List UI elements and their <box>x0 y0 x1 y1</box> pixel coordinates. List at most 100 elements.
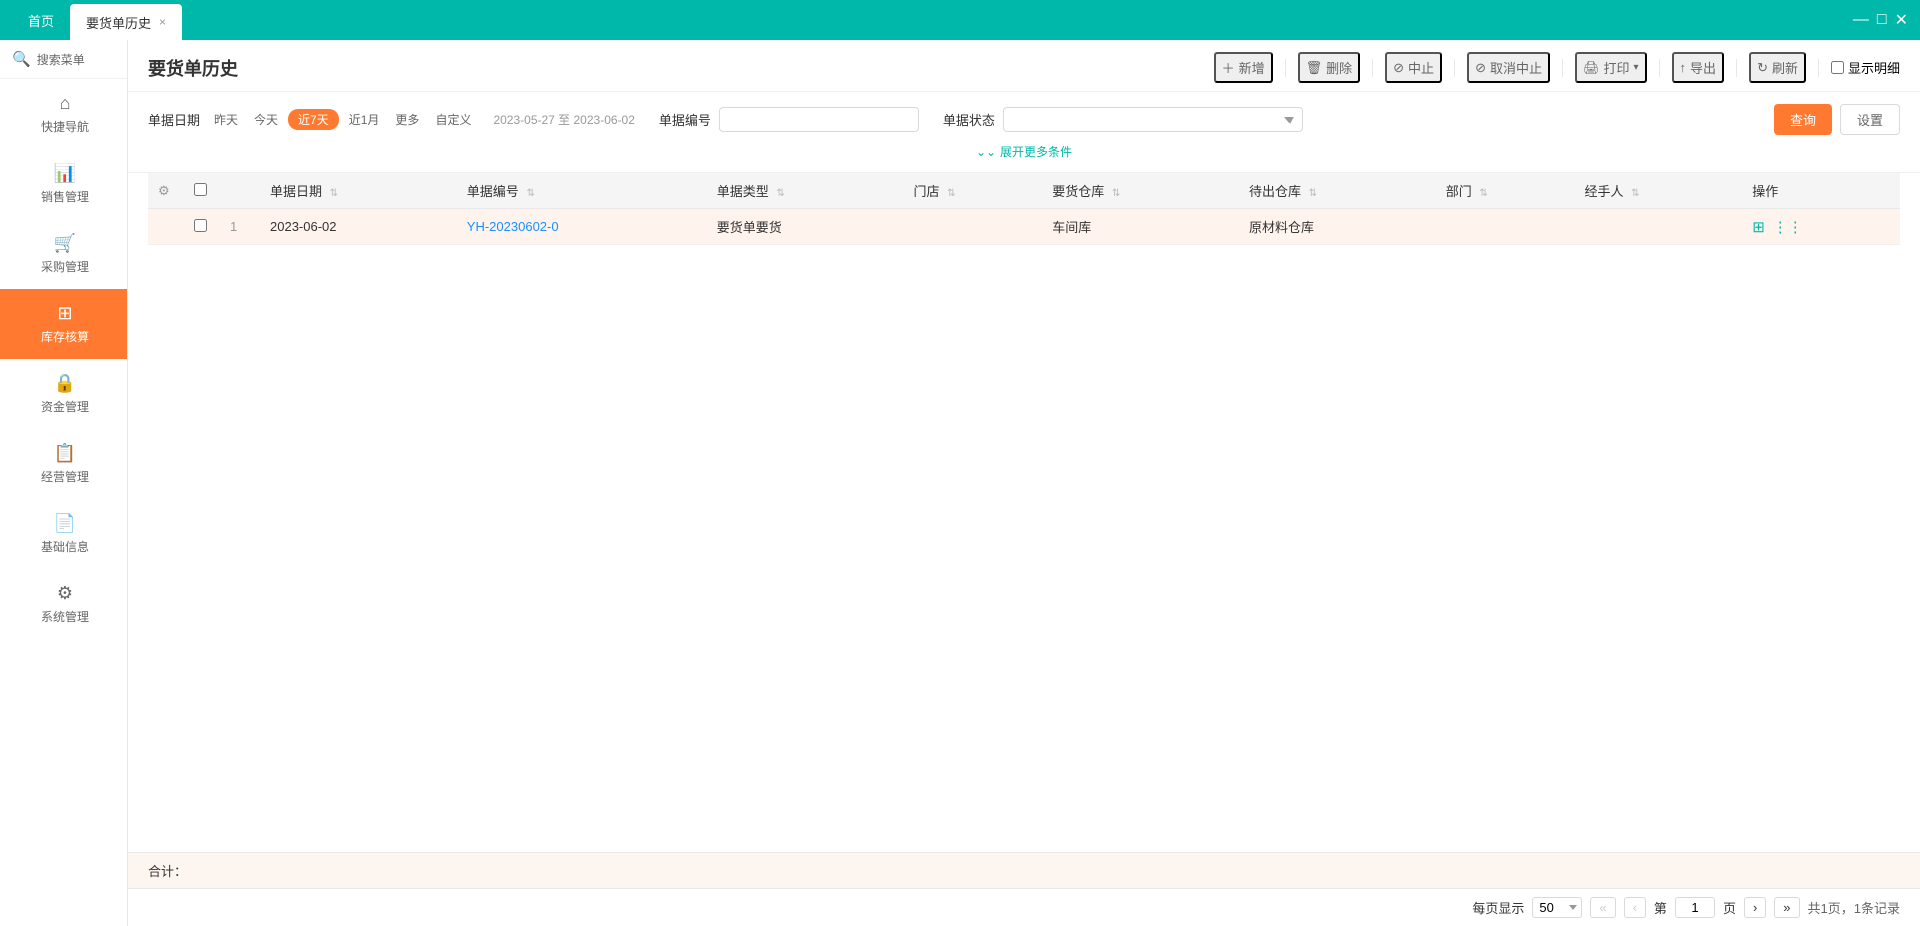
tab-active[interactable]: 要货单历史 × <box>70 4 182 40</box>
sidebar: 🔍 搜索菜单 ⌂ 快捷导航 📊 销售管理 🛒 采购管理 ⊞ 库存核算 🔒 资金管… <box>0 40 128 926</box>
tab-home[interactable]: 首页 <box>12 0 70 40</box>
sort-reqwh-icon[interactable]: ⇅ <box>1112 188 1120 199</box>
basic-icon: 📄 <box>54 513 76 534</box>
print-button[interactable]: 🖨 打印 ▾ <box>1575 52 1647 83</box>
settings-button[interactable]: 设置 <box>1840 104 1900 135</box>
divider4 <box>1562 59 1563 77</box>
doc-status-select[interactable] <box>1003 107 1303 132</box>
new-button[interactable]: ＋ 新增 <box>1214 52 1273 83</box>
sidebar-search[interactable]: 🔍 搜索菜单 <box>0 40 127 79</box>
first-page-btn[interactable]: « <box>1590 897 1615 918</box>
filter-doc-status: 单据状态 ▾ <box>943 107 1750 132</box>
page-label: 第 <box>1654 898 1667 917</box>
page-header: 要货单历史 ＋ 新增 🗑 删除 ⊘ 中止 ⊘ 取消中止 <box>128 40 1920 92</box>
action-icons: ⊞ ⋮⋮ <box>1752 218 1890 236</box>
cancel-stop-button[interactable]: ⊘ 取消中止 <box>1467 52 1550 83</box>
close-icon[interactable]: ✕ <box>1895 10 1908 30</box>
show-detail-checkbox[interactable] <box>1831 61 1844 74</box>
th-handler: 经手人 ⇅ <box>1574 173 1742 209</box>
sort-pendwh-icon[interactable]: ⇅ <box>1309 188 1317 199</box>
quick-nav-icon: ⌂ <box>60 93 71 114</box>
row-dept <box>1436 209 1575 245</box>
sort-doctype-icon[interactable]: ⇅ <box>776 188 784 199</box>
shortcut-more[interactable]: 更多 <box>389 109 425 130</box>
finance-icon: 🔒 <box>54 373 76 394</box>
expand-more-btn[interactable]: ⌄⌄ 展开更多条件 <box>976 143 1072 160</box>
query-button[interactable]: 查询 <box>1774 104 1832 135</box>
sidebar-item-operations[interactable]: 📋 经营管理 <box>0 429 127 499</box>
export-icon: ↑ <box>1680 60 1687 75</box>
sidebar-item-purchase[interactable]: 🛒 采购管理 <box>0 219 127 289</box>
pagination-info: 共1页，1条记录 <box>1808 898 1900 917</box>
last-page-btn[interactable]: » <box>1774 897 1799 918</box>
filter-doc-no: 单据编号 <box>659 107 919 132</box>
sort-handler-icon[interactable]: ⇅ <box>1631 188 1639 199</box>
sidebar-item-finance[interactable]: 🔒 资金管理 <box>0 359 127 429</box>
sidebar-item-basic[interactable]: 📄 基础信息 <box>0 499 127 569</box>
maximize-icon[interactable]: □ <box>1877 11 1887 29</box>
minimize-icon[interactable]: — <box>1853 11 1869 29</box>
table-body: 1 2023-06-02 YH-20230602-0 要货单要货 <box>148 209 1900 245</box>
settings-icon[interactable]: ⚙ <box>158 183 170 198</box>
per-page-select[interactable]: 10 20 50 100 <box>1532 897 1582 918</box>
expand-icon: ⌄⌄ <box>976 145 996 159</box>
sidebar-item-quick-nav[interactable]: ⌂ 快捷导航 <box>0 79 127 149</box>
shortcut-7days[interactable]: 近7天 <box>288 109 339 130</box>
th-checkbox <box>184 173 220 209</box>
date-shortcuts: 昨天 今天 近7天 近1月 更多 自定义 <box>208 109 477 130</box>
shortcut-today[interactable]: 今天 <box>248 109 284 130</box>
next-page-btn[interactable]: › <box>1744 897 1766 918</box>
th-num <box>220 173 260 209</box>
plus-icon: ＋ <box>1222 58 1235 77</box>
page-input[interactable] <box>1675 897 1715 918</box>
filter-buttons: 查询 设置 <box>1774 104 1900 135</box>
select-all-checkbox[interactable] <box>194 183 207 196</box>
divider7 <box>1818 59 1819 77</box>
print-dropdown-icon: ▾ <box>1634 62 1639 73</box>
sort-date-icon[interactable]: ⇅ <box>330 188 338 199</box>
refresh-button[interactable]: ↻ 刷新 <box>1749 52 1806 83</box>
sort-dept-icon[interactable]: ⇅ <box>1479 188 1487 199</box>
doc-status-label: 单据状态 <box>943 110 995 129</box>
expand-more-row: ⌄⌄ 展开更多条件 <box>148 143 1900 160</box>
tab-close-icon[interactable]: × <box>159 15 166 29</box>
row-num: 1 <box>220 209 260 245</box>
sort-store-icon[interactable]: ⇅ <box>947 188 955 199</box>
search-icon: 🔍 <box>12 50 31 68</box>
doc-no-input[interactable] <box>719 107 919 132</box>
page-title: 要货单历史 <box>148 55 238 81</box>
row-select-checkbox[interactable] <box>194 219 207 232</box>
sort-docno-icon[interactable]: ⇅ <box>526 188 534 199</box>
th-settings: ⚙ <box>148 173 184 209</box>
row-doc-no: YH-20230602-0 <box>457 209 707 245</box>
sales-icon: 📊 <box>54 163 76 184</box>
divider2 <box>1372 59 1373 77</box>
system-icon: ⚙ <box>57 583 73 604</box>
stop-button[interactable]: ⊘ 中止 <box>1385 52 1442 83</box>
page-suffix: 页 <box>1723 898 1736 917</box>
shortcut-custom[interactable]: 自定义 <box>429 109 477 130</box>
refresh-icon: ↻ <box>1757 60 1768 76</box>
filter-date: 单据日期 昨天 今天 近7天 近1月 更多 自定义 2023-05-27 至 2… <box>148 109 635 130</box>
row-edit-icon[interactable]: ⊞ <box>1752 218 1765 236</box>
row-more-icon[interactable]: ⋮⋮ <box>1773 218 1803 236</box>
th-date: 单据日期 ⇅ <box>260 173 457 209</box>
row-checkbox <box>184 209 220 245</box>
table-row: 1 2023-06-02 YH-20230602-0 要货单要货 <box>148 209 1900 245</box>
print-icon: 🖨 <box>1583 60 1600 76</box>
doc-no-link[interactable]: YH-20230602-0 <box>467 219 559 234</box>
row-req-warehouse: 车间库 <box>1042 209 1239 245</box>
shortcut-1month[interactable]: 近1月 <box>343 109 386 130</box>
delete-button[interactable]: 🗑 删除 <box>1298 52 1361 83</box>
sidebar-item-system[interactable]: ⚙ 系统管理 <box>0 569 127 639</box>
prev-page-btn[interactable]: ‹ <box>1624 897 1646 918</box>
divider3 <box>1454 59 1455 77</box>
date-range-display: 2023-05-27 至 2023-06-02 <box>493 111 634 128</box>
filter-row-1: 单据日期 昨天 今天 近7天 近1月 更多 自定义 2023-05-27 至 2… <box>148 104 1900 135</box>
sidebar-item-sales[interactable]: 📊 销售管理 <box>0 149 127 219</box>
export-button[interactable]: ↑ 导出 <box>1672 52 1725 83</box>
inventory-icon: ⊞ <box>57 303 72 324</box>
show-detail-checkbox-label[interactable]: 显示明细 <box>1831 58 1900 77</box>
shortcut-yesterday[interactable]: 昨天 <box>208 109 244 130</box>
sidebar-item-inventory[interactable]: ⊞ 库存核算 <box>0 289 127 359</box>
